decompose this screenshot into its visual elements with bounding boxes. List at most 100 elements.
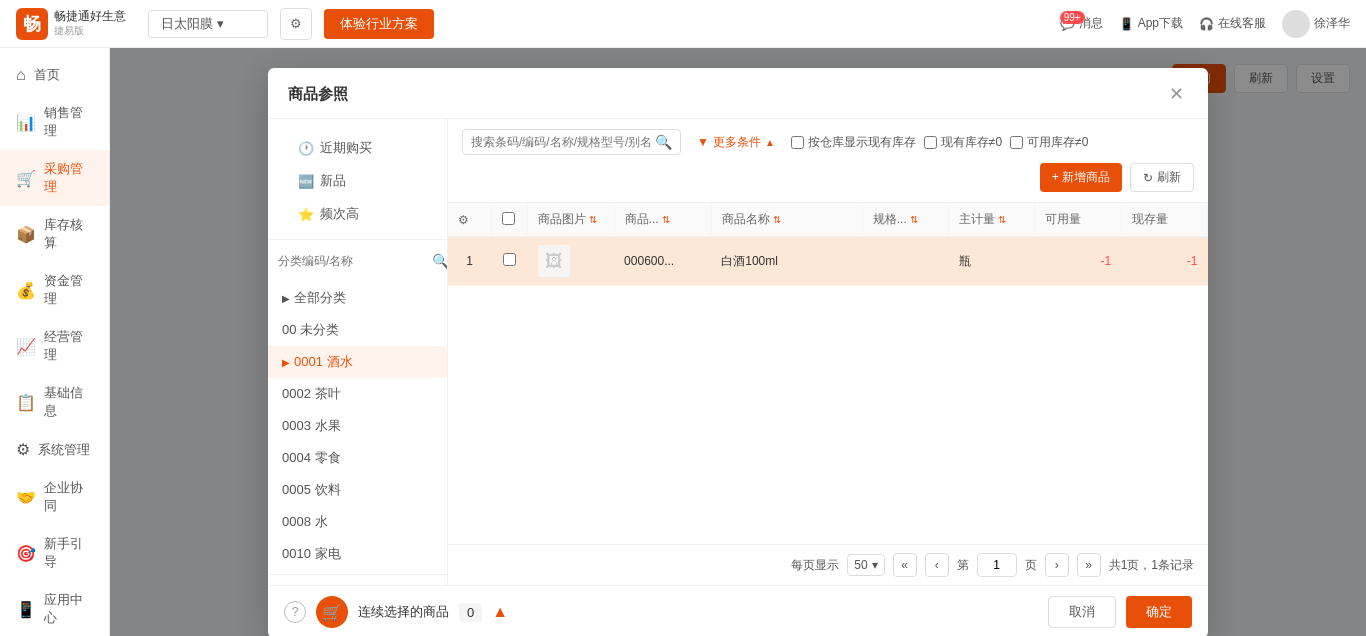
settings-icon[interactable]: ⚙ — [458, 213, 469, 227]
sort-icon[interactable]: ⇅ — [589, 214, 597, 225]
row-checkbox[interactable] — [503, 253, 516, 266]
available-nonzero-checkbox[interactable] — [1010, 136, 1023, 149]
sidebar-item-guide[interactable]: 🎯 新手引导 — [0, 525, 109, 581]
recent-icon: 🕐 — [298, 141, 314, 156]
selected-products-label: 连续选择的商品 — [358, 603, 449, 621]
online-service-item[interactable]: 🎧 在线客服 — [1199, 15, 1266, 32]
page-size-select[interactable]: 50 ▾ — [847, 554, 884, 576]
cat-tree-0003[interactable]: 0003 水果 — [268, 410, 447, 442]
last-page-button[interactable]: » — [1077, 553, 1101, 577]
sidebar-label-operation: 经营管理 — [44, 328, 93, 364]
cat-tree-0002[interactable]: 0002 茶叶 — [268, 378, 447, 410]
th-spec: 规格... ⇅ — [862, 203, 948, 237]
chevron-up-icon: ▲ — [765, 137, 775, 148]
product-search-input[interactable] — [471, 135, 651, 149]
cat-item-recent[interactable]: 🕐 近期购买 — [286, 132, 429, 164]
cat-tree-0005[interactable]: 0005 饮料 — [268, 474, 447, 506]
modal-overlay: 商品参照 ✕ 🕐 近期购买 🆕 — [110, 48, 1366, 636]
cat-label-0003: 0003 水果 — [282, 417, 341, 435]
table-row[interactable]: 1 🖼 000600... — [448, 237, 1208, 286]
system-icon: ⚙ — [16, 440, 30, 459]
search-icon[interactable]: 🔍 — [655, 134, 672, 150]
sidebar-label-sales: 销售管理 — [44, 104, 93, 140]
collapse-arrow-icon[interactable]: ▲ — [492, 603, 508, 621]
nonzero-stock-checkbox[interactable] — [924, 136, 937, 149]
cat-item-frequent[interactable]: ⭐ 频次高 — [286, 198, 429, 230]
sidebar-item-system[interactable]: ⚙ 系统管理 — [0, 430, 109, 469]
sidebar-item-apps[interactable]: 📱 应用中心 — [0, 581, 109, 636]
category-search-input[interactable] — [278, 254, 428, 268]
sidebar-item-inventory[interactable]: 📦 库存核算 — [0, 206, 109, 262]
filter-button[interactable]: ▼ 更多条件 ▲ — [689, 130, 783, 155]
cat-tree-0001[interactable]: ▶ 0001 酒水 — [268, 346, 447, 378]
enterprise-icon: 🤝 — [16, 488, 36, 507]
checkbox-available-nonzero[interactable]: 可用库存≠0 — [1010, 134, 1088, 151]
apps-icon: 📱 — [16, 600, 36, 619]
cat-tree-0010[interactable]: 0010 家电 — [268, 538, 447, 570]
checkbox-by-warehouse[interactable]: 按仓库显示现有库存 — [791, 134, 916, 151]
filter-icon: ▼ — [697, 135, 709, 149]
cat-tree-0008[interactable]: 0008 水 — [268, 506, 447, 538]
sidebar-item-home[interactable]: ⌂ 首页 — [0, 56, 109, 94]
user-item[interactable]: 徐泽华 — [1282, 10, 1350, 38]
select-all-checkbox[interactable] — [502, 212, 515, 225]
main-panel: 🔍 ▼ 更多条件 ▲ 按仓库显示现有库存 — [448, 119, 1208, 585]
nonzero-stock-label: 现有库存≠0 — [941, 134, 1002, 151]
checkbox-nonzero-stock[interactable]: 现有库存≠0 — [924, 134, 1002, 151]
operation-icon: 📈 — [16, 337, 36, 356]
th-stock: 现存量 — [1121, 203, 1207, 237]
sort-icon-spec[interactable]: ⇅ — [910, 214, 918, 225]
app-download-item[interactable]: 📱 App下载 — [1119, 15, 1183, 32]
prev-page-button[interactable]: ‹ — [925, 553, 949, 577]
sidebar-item-operation[interactable]: 📈 经营管理 — [0, 318, 109, 374]
arrow-icon-active: ▶ — [282, 357, 290, 368]
sort-icon-name[interactable]: ⇅ — [773, 214, 781, 225]
sidebar-item-enterprise[interactable]: 🤝 企业协同 — [0, 469, 109, 525]
trial-button[interactable]: 体验行业方案 — [324, 9, 434, 39]
product-toolbar: 🔍 ▼ 更多条件 ▲ 按仓库显示现有库存 — [448, 119, 1208, 203]
next-page-button[interactable]: › — [1045, 553, 1069, 577]
sort-icon-code[interactable]: ⇅ — [662, 214, 670, 225]
new-icon: 🆕 — [298, 174, 314, 189]
inventory-icon: 📦 — [16, 225, 36, 244]
first-page-button[interactable]: « — [893, 553, 917, 577]
settings-icon[interactable]: ⚙ — [280, 8, 312, 40]
td-code: 000600... — [614, 237, 711, 286]
refresh-button[interactable]: ↻ 刷新 — [1130, 163, 1194, 192]
page-input[interactable] — [977, 553, 1017, 577]
modal-close-button[interactable]: ✕ — [1164, 82, 1188, 106]
confirm-button[interactable]: 确定 — [1126, 596, 1192, 628]
sidebar: ⌂ 首页 📊 销售管理 🛒 采购管理 📦 库存核算 💰 资金管理 📈 经营管理 … — [0, 48, 110, 636]
messages-item[interactable]: 💬 99+ 消息 — [1060, 15, 1103, 32]
td-name: 白酒100ml — [711, 237, 862, 286]
username-label: 徐泽华 — [1314, 15, 1350, 32]
category-search-icon[interactable]: 🔍 — [432, 253, 448, 269]
td-unit: 瓶 — [949, 237, 1035, 286]
cat-tree-0004[interactable]: 0004 零食 — [268, 442, 447, 474]
nav-dropdown-label: 日太阳膜 — [161, 15, 213, 33]
by-warehouse-checkbox[interactable] — [791, 136, 804, 149]
sidebar-item-purchase[interactable]: 🛒 采购管理 — [0, 150, 109, 206]
sidebar-item-sales[interactable]: 📊 销售管理 — [0, 94, 109, 150]
add-product-button[interactable]: + 新增商品 — [1040, 163, 1122, 192]
cat-item-new[interactable]: 🆕 新品 — [286, 165, 429, 197]
page-label: 第 — [957, 557, 969, 574]
sidebar-item-basic[interactable]: 📋 基础信息 — [0, 374, 109, 430]
footer-buttons: 取消 确定 — [1048, 596, 1192, 628]
basic-icon: 📋 — [16, 393, 36, 412]
sidebar-item-finance[interactable]: 💰 资金管理 — [0, 262, 109, 318]
cancel-button[interactable]: 取消 — [1048, 596, 1116, 628]
sort-icon-unit[interactable]: ⇅ — [998, 214, 1006, 225]
cat-tree-all[interactable]: ▶ 全部分类 — [268, 282, 447, 314]
cat-tree-00[interactable]: 00 未分类 — [268, 314, 447, 346]
th-code: 商品... ⇅ — [614, 203, 711, 237]
product-reference-modal: 商品参照 ✕ 🕐 近期购买 🆕 — [268, 68, 1208, 636]
th-name-label: 商品名称 — [722, 211, 770, 228]
help-icon[interactable]: ? — [284, 601, 306, 623]
page-size-value: 50 — [854, 558, 867, 572]
cart-icon-button[interactable]: 🛒 — [316, 596, 348, 628]
sidebar-label-inventory: 库存核算 — [44, 216, 93, 252]
nav-dropdown[interactable]: 日太阳膜 ▾ — [148, 10, 268, 38]
show-disabled-row: 显示停用 — [268, 574, 447, 585]
sidebar-label-guide: 新手引导 — [44, 535, 93, 571]
